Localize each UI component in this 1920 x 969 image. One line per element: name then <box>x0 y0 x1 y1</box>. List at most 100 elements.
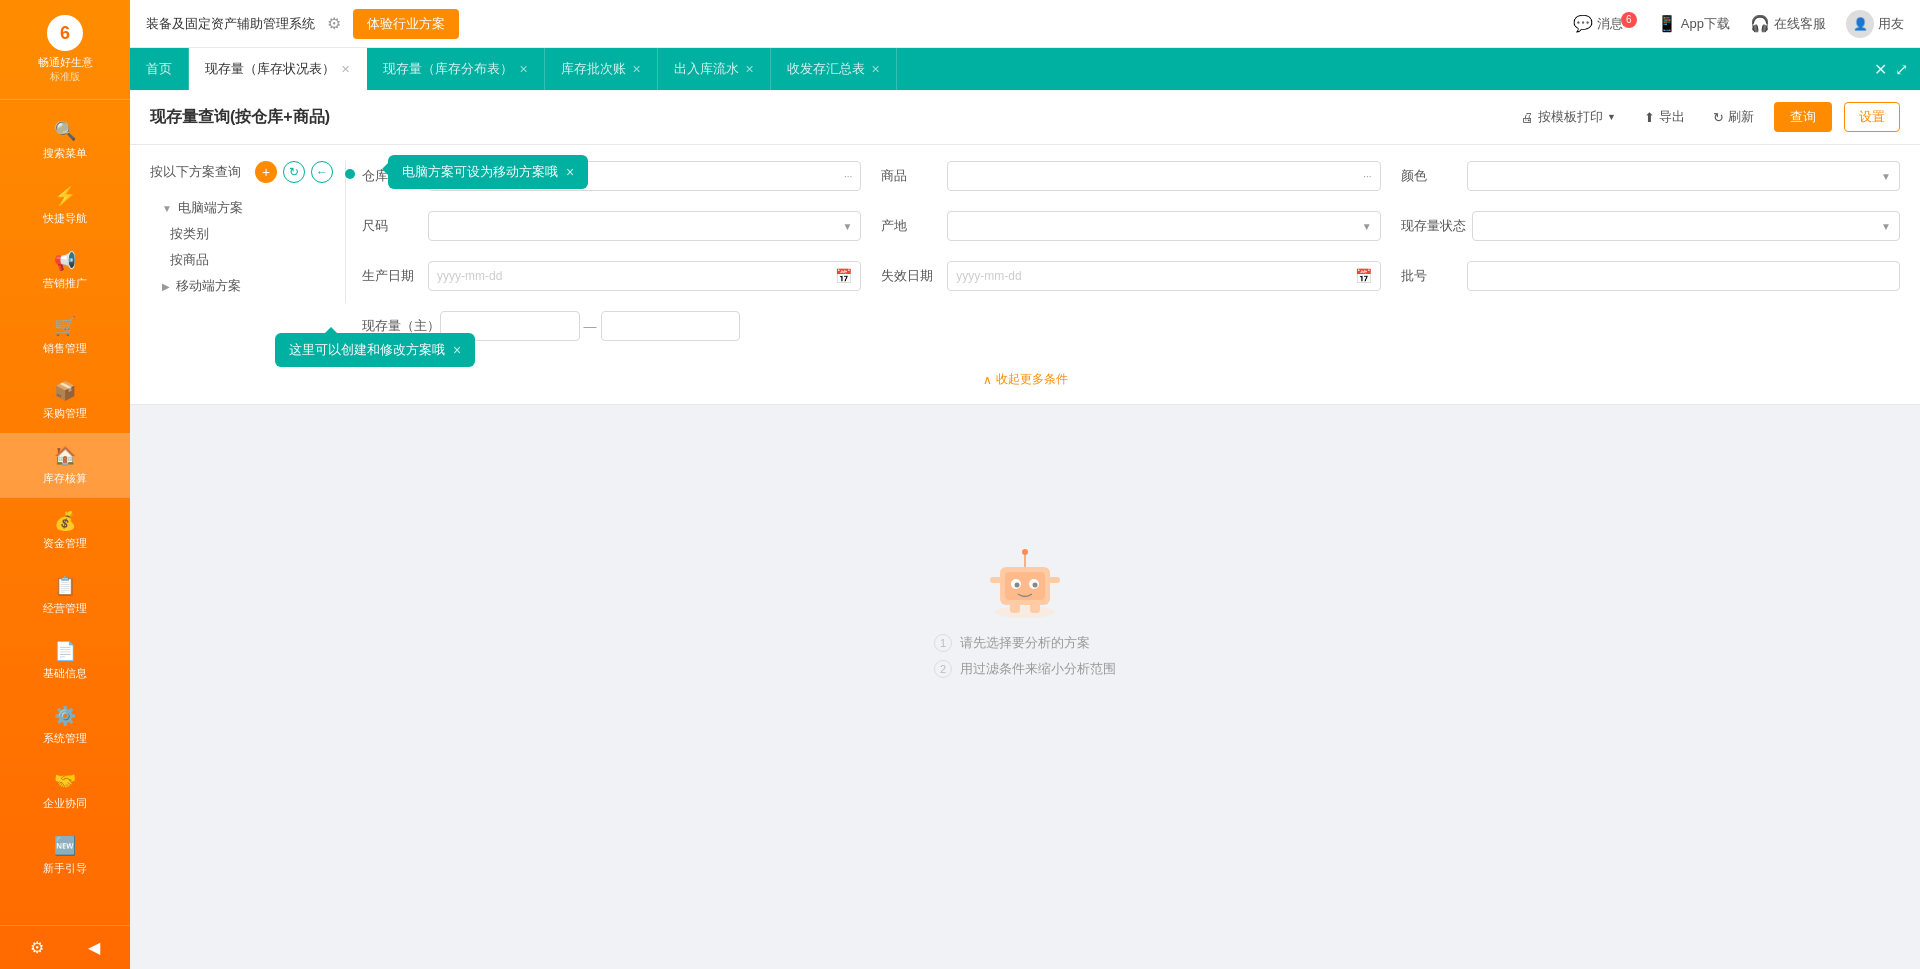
sidebar-item-guide[interactable]: 🆕 新手引导 <box>0 823 130 888</box>
tab-collection[interactable]: 收发存汇总表 ✕ <box>771 48 897 90</box>
export-icon: ⬆ <box>1644 110 1655 125</box>
stock-status-dropdown-icon: ▼ <box>1881 221 1891 232</box>
sidebar-logo: 6 畅通好生意 标准版 <box>0 0 130 100</box>
svg-rect-12 <box>1030 603 1040 613</box>
tree-item-mobile[interactable]: ▶ 移动端方案 <box>150 273 333 299</box>
notification-badge: 6 <box>1621 12 1637 28</box>
refresh-btn[interactable]: ↻ 刷新 <box>1705 104 1762 130</box>
export-btn[interactable]: ⬆ 导出 <box>1636 104 1693 130</box>
tab-batch[interactable]: 库存批次账 ✕ <box>545 48 658 90</box>
stock-status-label: 现存量状态 <box>1401 217 1466 235</box>
app-icon: 📱 <box>1657 14 1677 33</box>
message-icon: 💬 <box>1573 14 1593 33</box>
tooltip2-close-btn[interactable]: × <box>453 342 461 358</box>
gear-icon[interactable]: ⚙ <box>327 14 341 33</box>
svg-rect-9 <box>990 577 1002 583</box>
tab-inventory-dist[interactable]: 现存量（库存分布表） ✕ <box>367 48 545 90</box>
batch-no-input[interactable] <box>1467 261 1900 291</box>
tab-home[interactable]: 首页 <box>130 48 189 90</box>
tab-close-inventory-dist[interactable]: ✕ <box>519 63 528 76</box>
filter-size: 尺码 ▼ <box>362 211 861 241</box>
batch-no-label: 批号 <box>1401 267 1461 285</box>
origin-select[interactable]: ▼ <box>947 211 1380 241</box>
goods-dropdown-icon: ··· <box>1363 171 1371 182</box>
sidebar-item-basic[interactable]: 📄 基础信息 <box>0 628 130 693</box>
empty-tip-2: 2 用过滤条件来缩小分析范围 <box>934 660 1116 678</box>
tree-item-desktop[interactable]: ▼ 电脑端方案 <box>150 195 333 221</box>
set-button[interactable]: 设置 <box>1844 102 1900 132</box>
tab-in-out[interactable]: 出入库流水 ✕ <box>658 48 771 90</box>
page-title: 现存量查询(按仓库+商品) <box>150 107 330 128</box>
filter-add-btn[interactable]: + <box>255 161 277 183</box>
empty-tip-1: 1 请先选择要分析的方案 <box>934 634 1116 652</box>
stock-status-select[interactable]: ▼ <box>1472 211 1900 241</box>
sidebar-item-search[interactable]: 🔍 搜索菜单 <box>0 108 130 173</box>
enterprise-icon: 🤝 <box>54 770 76 792</box>
sidebar: 6 畅通好生意 标准版 🔍 搜索菜单 ⚡ 快捷导航 📢 营销推广 🛒 销售管理 … <box>0 0 130 969</box>
purchase-icon: 📦 <box>54 380 76 402</box>
sidebar-item-sales[interactable]: 🛒 销售管理 <box>0 303 130 368</box>
filter-refresh-btn[interactable]: ↻ <box>283 161 305 183</box>
svg-rect-11 <box>1010 603 1020 613</box>
color-dropdown-icon: ▼ <box>1881 171 1891 182</box>
logo-icon: 6 <box>47 15 83 51</box>
sales-icon: 🛒 <box>54 315 76 337</box>
page-area: 现存量查询(按仓库+商品) 🖨 按模板打印 ▼ ⬆ 导出 ↻ 刷新 查询 设置 <box>130 90 1920 969</box>
tab-close-in-out[interactable]: ✕ <box>745 63 754 76</box>
operations-icon: 📋 <box>54 575 76 597</box>
expire-date-start[interactable]: yyyy-mm-dd 📅 <box>947 261 1380 291</box>
size-label: 尺码 <box>362 217 422 235</box>
empty-state: 1 请先选择要分析的方案 2 用过滤条件来缩小分析范围 <box>934 532 1116 678</box>
prod-date-start-icon: 📅 <box>835 268 852 284</box>
tree-arrow-mobile: ▶ <box>162 281 170 292</box>
filter-arrow-btn[interactable]: ← <box>311 161 333 183</box>
settings-bottom-btn[interactable]: ⚙ <box>30 938 44 957</box>
sidebar-item-operations[interactable]: 📋 经营管理 <box>0 563 130 628</box>
tree-item-category[interactable]: 按类别 <box>150 221 333 247</box>
sidebar-item-purchase[interactable]: 📦 采购管理 <box>0 368 130 433</box>
empty-illustration <box>980 532 1070 622</box>
tree-item-goods[interactable]: 按商品 <box>150 247 333 273</box>
sidebar-item-system[interactable]: ⚙️ 系统管理 <box>0 693 130 758</box>
topbar-left: 装备及固定资产辅助管理系统 ⚙ 体验行业方案 <box>146 9 459 39</box>
industry-button[interactable]: 体验行业方案 <box>353 9 459 39</box>
collapse-bar[interactable]: ∧ 收起更多条件 <box>150 363 1900 396</box>
stock-qty-max-input[interactable] <box>601 311 741 341</box>
main-wrapper: 装备及固定资产辅助管理系统 ⚙ 体验行业方案 💬 消息 6 📱 App下载 🎧 … <box>130 0 1920 969</box>
prod-date-label: 生产日期 <box>362 267 422 285</box>
tab-close-batch[interactable]: ✕ <box>632 63 641 76</box>
filter-batch-no: 批号 <box>1401 261 1900 291</box>
tab-close-all-btn[interactable]: ✕ <box>1874 60 1887 79</box>
tab-close-inventory-status[interactable]: ✕ <box>341 63 350 76</box>
sidebar-item-marketing[interactable]: 📢 营销推广 <box>0 238 130 303</box>
goods-label: 商品 <box>881 167 941 185</box>
finance-icon: 💰 <box>54 510 76 532</box>
app-download-action[interactable]: 📱 App下载 <box>1657 14 1730 33</box>
message-action[interactable]: 💬 消息 6 <box>1573 14 1637 33</box>
size-select[interactable]: ▼ <box>428 211 861 241</box>
filter-color: 颜色 ▼ <box>1401 161 1900 191</box>
color-label: 颜色 <box>1401 167 1461 185</box>
svg-point-5 <box>1015 583 1020 588</box>
collapse-arrow-icon: ∧ <box>983 373 992 387</box>
print-btn[interactable]: 🖨 按模板打印 ▼ <box>1513 104 1624 130</box>
user-profile[interactable]: 👤 用友 <box>1846 10 1904 38</box>
collapse-btn[interactable]: ◀ <box>88 938 100 957</box>
query-button[interactable]: 查询 <box>1774 102 1832 132</box>
content-area: 1 请先选择要分析的方案 2 用过滤条件来缩小分析范围 <box>130 405 1920 805</box>
stock-qty-range: — <box>440 311 740 341</box>
sidebar-item-inventory[interactable]: 🏠 库存核算 <box>0 433 130 498</box>
topbar-right: 💬 消息 6 📱 App下载 🎧 在线客服 👤 用友 <box>1573 10 1904 38</box>
tab-inventory-status[interactable]: 现存量（库存状况表） ✕ <box>189 48 367 90</box>
guide-icon: 🆕 <box>54 835 76 857</box>
tab-close-collection[interactable]: ✕ <box>871 63 880 76</box>
tab-expand-btn[interactable]: ⤢ <box>1895 60 1908 79</box>
sidebar-item-enterprise[interactable]: 🤝 企业协同 <box>0 758 130 823</box>
support-action[interactable]: 🎧 在线客服 <box>1750 14 1826 33</box>
prod-date-start[interactable]: yyyy-mm-dd 📅 <box>428 261 861 291</box>
tooltip1-close-btn[interactable]: × <box>566 164 574 180</box>
goods-select[interactable]: ··· <box>947 161 1380 191</box>
sidebar-item-finance[interactable]: 💰 资金管理 <box>0 498 130 563</box>
color-select[interactable]: ▼ <box>1467 161 1900 191</box>
sidebar-item-quicknav[interactable]: ⚡ 快捷导航 <box>0 173 130 238</box>
